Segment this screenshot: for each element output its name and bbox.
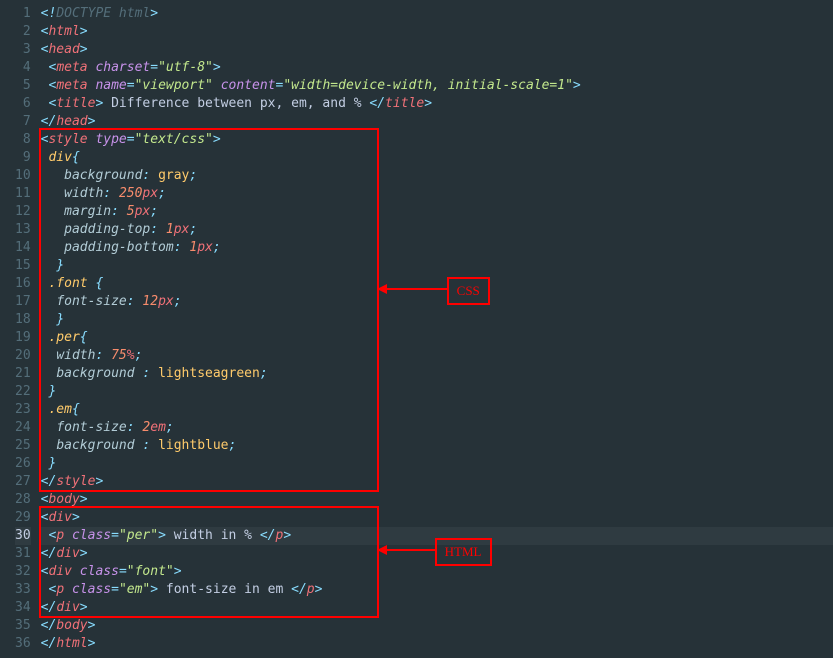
code-editor[interactable]: 1234567891011121314151617181920212223242… [0,0,833,658]
line-number: 17 [15,293,31,311]
html-label: HTML [435,538,492,566]
line-number: 31 [15,545,31,563]
code-line[interactable]: <!DOCTYPE html> [41,5,833,23]
line-number: 10 [15,167,31,185]
line-number: 9 [15,149,31,167]
code-line[interactable]: </html> [41,635,833,653]
line-number: 26 [15,455,31,473]
line-number-gutter: 1234567891011121314151617181920212223242… [0,0,41,658]
line-number: 21 [15,365,31,383]
line-number: 30 [15,527,31,545]
code-line[interactable]: padding-top: 1px; [41,221,833,239]
code-line[interactable]: background : lightseagreen; [41,365,833,383]
code-line[interactable]: width: 75%; [41,347,833,365]
line-number: 23 [15,401,31,419]
code-line[interactable]: <body> [41,491,833,509]
line-number: 13 [15,221,31,239]
code-line[interactable]: </head> [41,113,833,131]
code-line[interactable]: <div> [41,509,833,527]
line-number: 20 [15,347,31,365]
code-line[interactable]: } [41,455,833,473]
line-number: 35 [15,617,31,635]
code-line[interactable]: font-size: 12px; [41,293,833,311]
code-line[interactable]: padding-bottom: 1px; [41,239,833,257]
line-number: 36 [15,635,31,653]
code-area[interactable]: <!DOCTYPE html><html><head> <meta charse… [41,0,833,658]
line-number: 15 [15,257,31,275]
line-number: 25 [15,437,31,455]
code-line[interactable]: <head> [41,41,833,59]
code-line[interactable]: .font { [41,275,833,293]
code-line[interactable]: <title> Difference between px, em, and %… [41,95,833,113]
line-number: 33 [15,581,31,599]
code-line[interactable]: </div> [41,599,833,617]
line-number: 11 [15,185,31,203]
line-number: 7 [15,113,31,131]
code-line[interactable]: </body> [41,617,833,635]
line-number: 32 [15,563,31,581]
line-number: 3 [15,41,31,59]
code-line[interactable]: <meta name="viewport" content="width=dev… [41,77,833,95]
code-line[interactable]: div{ [41,149,833,167]
code-line[interactable]: </style> [41,473,833,491]
css-label: CSS [447,277,490,305]
line-number: 6 [15,95,31,113]
code-line[interactable]: background : lightblue; [41,437,833,455]
line-number: 4 [15,59,31,77]
code-line[interactable]: font-size: 2em; [41,419,833,437]
code-line[interactable]: } [41,383,833,401]
css-arrow-head [377,284,387,294]
line-number: 1 [15,5,31,23]
code-line[interactable]: background: gray; [41,167,833,185]
line-number: 12 [15,203,31,221]
code-line[interactable]: } [41,311,833,329]
line-number: 8 [15,131,31,149]
code-line[interactable]: width: 250px; [41,185,833,203]
line-number: 27 [15,473,31,491]
code-line[interactable]: margin: 5px; [41,203,833,221]
line-number: 24 [15,419,31,437]
line-number: 2 [15,23,31,41]
line-number: 22 [15,383,31,401]
line-number: 28 [15,491,31,509]
line-number: 18 [15,311,31,329]
line-number: 5 [15,77,31,95]
code-line[interactable]: } [41,257,833,275]
css-arrow-line [377,288,447,290]
code-line[interactable]: <meta charset="utf-8"> [41,59,833,77]
line-number: 29 [15,509,31,527]
line-number: 14 [15,239,31,257]
line-number: 34 [15,599,31,617]
code-line[interactable]: <p class="em"> font-size in em </p> [41,581,833,599]
code-line[interactable]: .em{ [41,401,833,419]
code-line[interactable]: .per{ [41,329,833,347]
line-number: 16 [15,275,31,293]
line-number: 19 [15,329,31,347]
html-arrow-head [377,545,387,555]
code-line[interactable]: <style type="text/css"> [41,131,833,149]
code-line[interactable]: <html> [41,23,833,41]
